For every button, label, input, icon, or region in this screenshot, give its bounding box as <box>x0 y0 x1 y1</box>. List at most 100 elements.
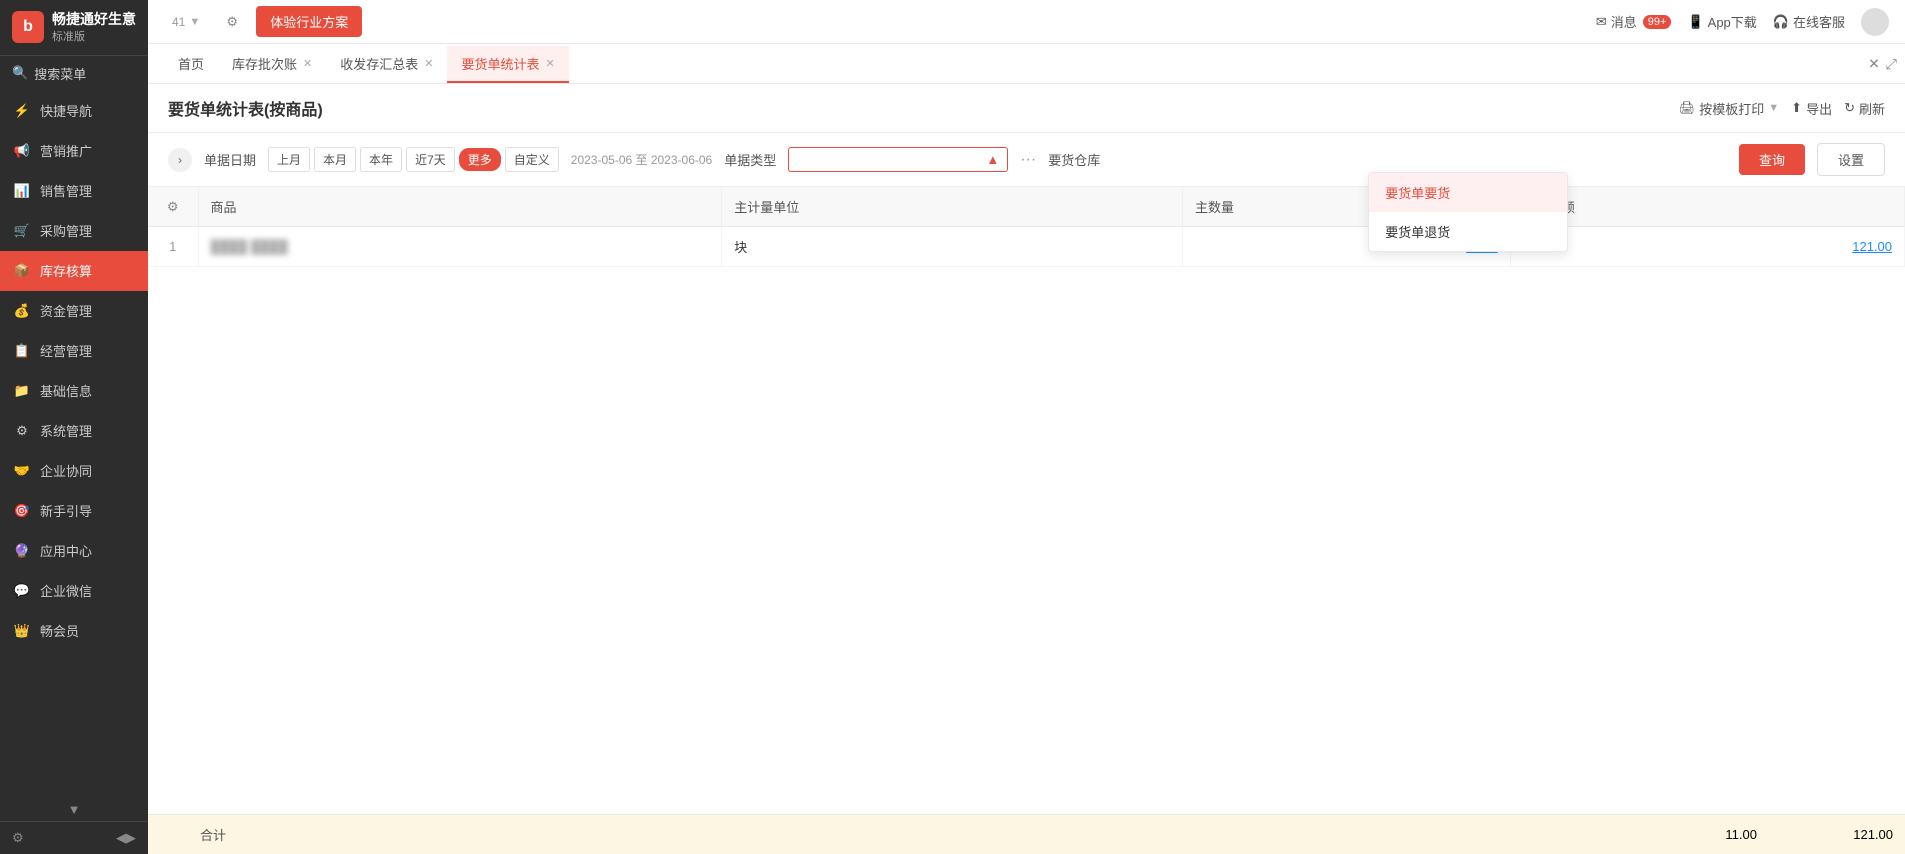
chevron-down-icon: ▼ <box>189 16 200 28</box>
tab-home[interactable]: 首页 <box>164 46 218 83</box>
sidebar-bottom: ⚙ ◀▶ <box>0 821 148 854</box>
sidebar-item-basic[interactable]: 📁 基础信息 <box>0 371 148 411</box>
messages-label: 消息 <box>1611 12 1637 31</box>
type-filter-select: ▲ 要货单要货 要货单退货 <box>788 147 1008 172</box>
footer-total-quantity: 11.00 <box>1677 827 1757 842</box>
store-selector[interactable]: 41 ▼ <box>164 11 208 33</box>
sales-icon: 📊 <box>12 181 32 201</box>
topbar-right: ✉ 消息 99+ 📱 App下载 🎧 在线客服 <box>1596 8 1889 36</box>
headset-icon: 🎧 <box>1773 14 1789 30</box>
sidebar-scroll-down-btn[interactable]: ▼ <box>0 798 148 821</box>
inventory-icon: 📦 <box>12 261 32 281</box>
tab-inventory-batch[interactable]: 库存批次账 ✕ <box>218 46 326 83</box>
finance-icon: 💰 <box>12 301 32 321</box>
dropdown-item-order-goods[interactable]: 要货单要货 <box>1369 173 1567 212</box>
sidebar-item-label: 企业微信 <box>40 581 92 600</box>
filter-more-options-btn[interactable]: ··· <box>1020 151 1036 169</box>
table-footer: 合计 11.00 121.00 <box>148 814 1905 854</box>
dropdown-item-order-return[interactable]: 要货单退货 <box>1369 212 1567 251</box>
sidebar-item-label: 畅会员 <box>40 621 79 640</box>
tab-recv-summary-close[interactable]: ✕ <box>424 57 433 70</box>
tab-inventory-batch-close[interactable]: ✕ <box>303 57 312 70</box>
export-btn[interactable]: ⬆ 导出 <box>1791 99 1832 118</box>
sidebar-item-wechat[interactable]: 💬 企业微信 <box>0 571 148 611</box>
page-header-actions: 🖨 按模板打印 ▼ ⬆ 导出 ↻ 刷新 <box>1679 99 1885 130</box>
collapse-icon[interactable]: ◀▶ <box>116 830 136 846</box>
marketing-icon: 📢 <box>12 141 32 161</box>
sidebar-item-sales[interactable]: 📊 销售管理 <box>0 171 148 211</box>
sidebar-item-quick-nav[interactable]: ⚡ 快捷导航 <box>0 91 148 131</box>
tab-order-summary-label: 要货单统计表 <box>461 54 539 73</box>
chevron-right-icon: › <box>178 153 182 167</box>
type-dropdown-popup: 要货单要货 要货单退货 <box>1368 172 1568 252</box>
gear-icon: ⚙ <box>226 14 238 30</box>
filter-expand-btn[interactable]: › <box>168 148 192 172</box>
custom-date-btn[interactable]: 自定义 <box>505 147 559 172</box>
settings-icon[interactable]: ⚙ <box>12 830 24 846</box>
purchase-icon: 🛒 <box>12 221 32 241</box>
date-range-display: 2023-05-06 至 2023-06-06 <box>571 151 712 168</box>
tab-recv-summary[interactable]: 收发存汇总表 ✕ <box>326 46 447 83</box>
page-content: 要货单统计表(按商品) 🖨 按模板打印 ▼ ⬆ 导出 ↻ 刷新 <box>148 84 1905 854</box>
online-service-btn[interactable]: 🎧 在线客服 <box>1773 12 1845 31</box>
sidebar-item-member[interactable]: 👑 畅会员 <box>0 611 148 651</box>
print-btn[interactable]: 🖨 按模板打印 ▼ <box>1679 99 1779 118</box>
user-avatar[interactable] <box>1861 8 1889 36</box>
chevron-up-icon: ▲ <box>986 152 999 167</box>
topbar-gear-btn[interactable]: ⚙ <box>218 8 246 36</box>
app-logo-icon: b <box>12 11 44 43</box>
type-select-box[interactable]: ▲ <box>788 147 1008 172</box>
sidebar-item-inventory[interactable]: 📦 库存核算 <box>0 251 148 291</box>
sidebar-item-finance[interactable]: 💰 资金管理 <box>0 291 148 331</box>
col-unit-label: 主计量单位 <box>734 200 799 215</box>
period-last-month-btn[interactable]: 上月 <box>268 147 310 172</box>
table-col-unit: 主计量单位 <box>722 187 1183 227</box>
row-amount[interactable]: 121.00 <box>1510 227 1904 267</box>
app-name: 畅捷通好生意 <box>52 10 136 30</box>
online-service-label: 在线客服 <box>1793 12 1845 31</box>
close-window-btn[interactable]: ✕ <box>1868 55 1880 72</box>
table-col-settings-icon[interactable]: ⚙ <box>167 199 179 214</box>
basic-icon: 📁 <box>12 381 32 401</box>
sidebar-item-guide[interactable]: 🎯 新手引导 <box>0 491 148 531</box>
sidebar-item-purchase[interactable]: 🛒 采购管理 <box>0 211 148 251</box>
app-download-btn[interactable]: 📱 App下载 <box>1687 12 1756 31</box>
app-edition: 标准版 <box>52 30 136 45</box>
sidebar-item-system[interactable]: ⚙ 系统管理 <box>0 411 148 451</box>
period-last-7days-btn[interactable]: 近7天 <box>406 147 455 172</box>
sidebar-item-label: 企业协同 <box>40 461 92 480</box>
tab-home-label: 首页 <box>178 54 204 73</box>
warehouse-filter-label: 要货仓库 <box>1048 150 1100 169</box>
sidebar-item-collab[interactable]: 🤝 企业协同 <box>0 451 148 491</box>
sidebar-item-label: 快捷导航 <box>40 101 92 120</box>
data-table: ⚙ 商品 主计量单位 主数量 零售金额 <box>148 187 1905 267</box>
topbar: 41 ▼ ⚙ 体验行业方案 ✉ 消息 99+ 📱 App下载 🎧 在线客服 <box>148 0 1905 44</box>
date-filter-label: 单据日期 <box>204 150 256 169</box>
sidebar-search-btn[interactable]: 🔍 搜索菜单 <box>0 56 148 91</box>
page-title: 要货单统计表(按商品) <box>168 96 323 132</box>
col-product-label: 商品 <box>211 200 237 215</box>
sidebar-item-label: 采购管理 <box>40 221 92 240</box>
member-icon: 👑 <box>12 621 32 641</box>
sidebar-item-label: 库存核算 <box>40 261 92 280</box>
sidebar-search-label: 搜索菜单 <box>34 64 86 83</box>
maximize-window-btn[interactable]: ⤢ <box>1886 55 1897 72</box>
query-btn[interactable]: 查询 <box>1739 144 1805 175</box>
tab-order-summary-close[interactable]: ✕ <box>546 57 555 70</box>
operation-icon: 📋 <box>12 341 32 361</box>
print-icon: 🖨 <box>1679 100 1696 116</box>
period-this-month-btn[interactable]: 本月 <box>314 147 356 172</box>
trial-industry-btn[interactable]: 体验行业方案 <box>256 6 362 37</box>
filter-settings-btn[interactable]: 设置 <box>1817 143 1885 176</box>
refresh-label: 刷新 <box>1859 99 1885 118</box>
tab-order-summary[interactable]: 要货单统计表 ✕ <box>447 46 568 83</box>
sidebar-item-appstore[interactable]: 🔮 应用中心 <box>0 531 148 571</box>
refresh-btn[interactable]: ↻ 刷新 <box>1844 99 1885 118</box>
period-more-btn[interactable]: 更多 <box>459 148 501 171</box>
table-col-settings[interactable]: ⚙ <box>148 187 198 227</box>
sidebar-item-operation[interactable]: 📋 经营管理 <box>0 331 148 371</box>
sidebar-item-marketing[interactable]: 📢 营销推广 <box>0 131 148 171</box>
period-this-year-btn[interactable]: 本年 <box>360 147 402 172</box>
refresh-icon: ↻ <box>1844 100 1855 116</box>
messages-btn[interactable]: ✉ 消息 99+ <box>1596 12 1672 31</box>
